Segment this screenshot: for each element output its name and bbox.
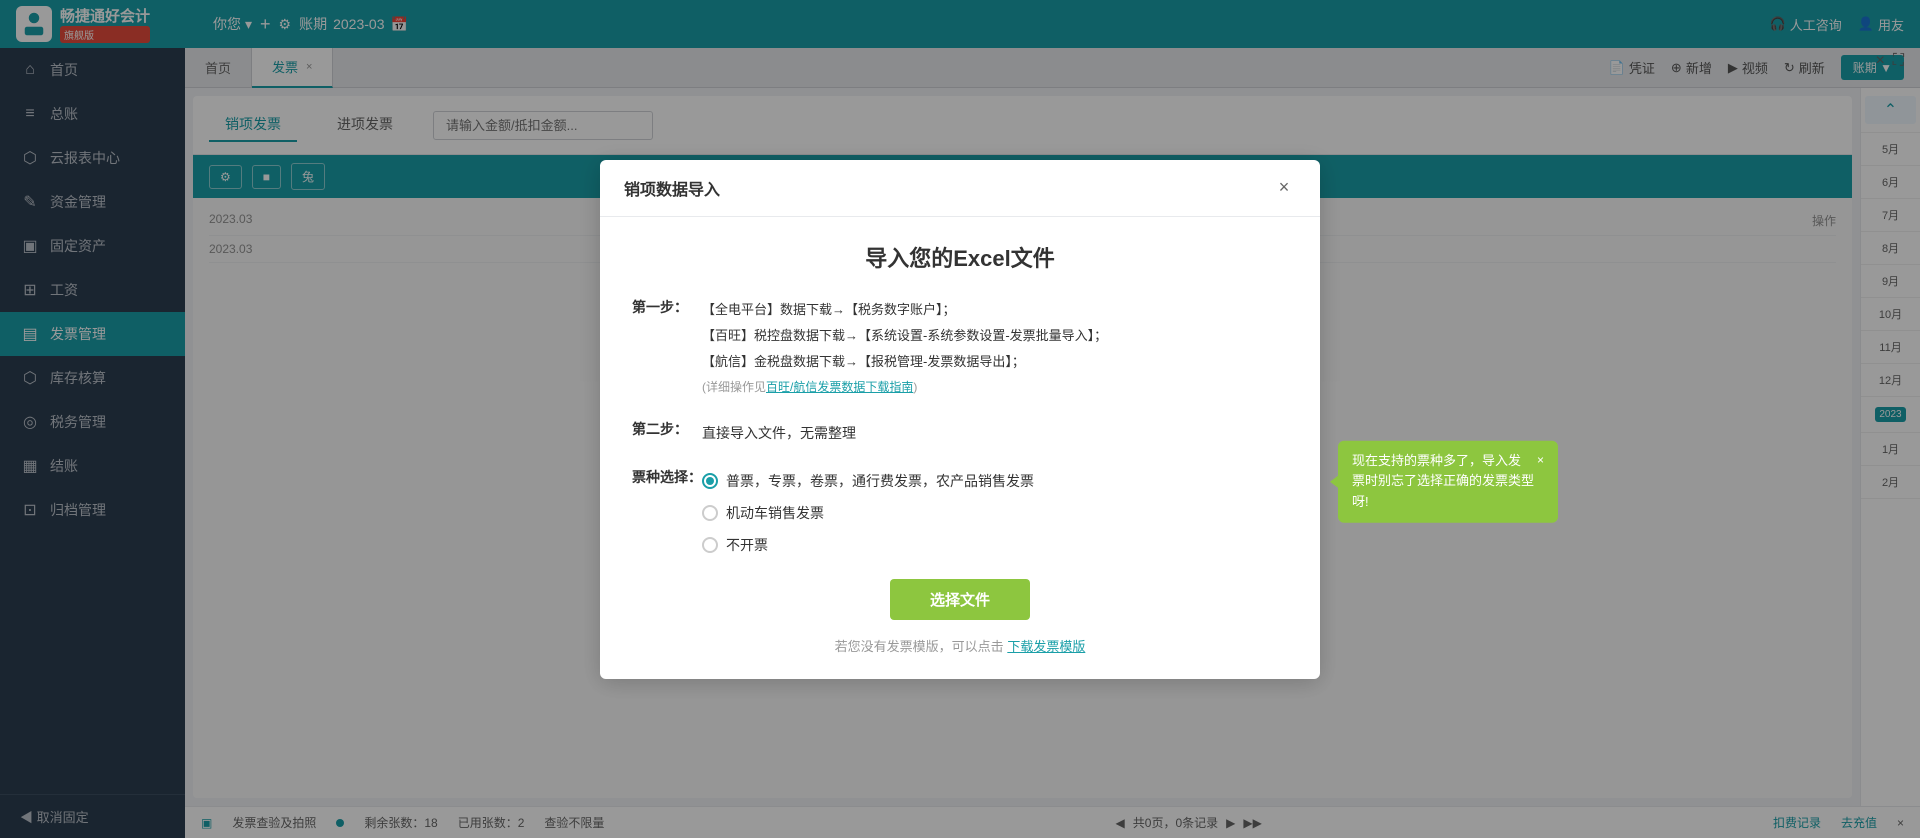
step1-label: 第一步： xyxy=(632,297,702,317)
modal-header: 销项数据导入 × xyxy=(600,160,1320,217)
step1-detail-link[interactable]: 百旺/航信发票数据下载指南 xyxy=(766,380,913,394)
ticket-option-general[interactable]: 普票，专票，卷票，通行费发票，农产品销售发票 xyxy=(702,471,1034,491)
radio-dot xyxy=(706,477,714,485)
step1-line-1: 【百旺】税控盘数据下载→【系统设置-系统参数设置-发票批量导入】； xyxy=(702,323,1107,349)
step1-line-0: 【全电平台】数据下载→【税务数字账户】； xyxy=(702,297,1107,323)
ticket-label: 票种选择： xyxy=(632,467,702,487)
download-template-link[interactable]: 下载发票模版 xyxy=(1007,639,1085,654)
step2-section: 第二步： 直接导入文件，无需整理 xyxy=(632,419,1288,447)
step1-section: 第一步： 【全电平台】数据下载→【税务数字账户】； 【百旺】税控盘数据下载→【系… xyxy=(632,297,1288,399)
ticket-radio-group: 普票，专票，卷票，通行费发票，农产品销售发票 机动车销售发票 不开票 xyxy=(702,471,1034,555)
radio-unselected-icon-2 xyxy=(702,537,718,553)
ticket-option-none[interactable]: 不开票 xyxy=(702,535,1034,555)
tooltip-container: × 现在支持的票种多了，导入发票时别忘了选择正确的发票类型呀! xyxy=(1478,477,1548,487)
modal-title: 销项数据导入 xyxy=(624,176,720,200)
modal-close-button[interactable]: × xyxy=(1272,176,1296,200)
step1-detail: (详细操作见百旺/航信发票数据下载指南) xyxy=(702,375,1107,399)
select-file-button[interactable]: 选择文件 xyxy=(890,579,1030,620)
modal-main-title: 导入您的Excel文件 xyxy=(632,241,1288,273)
ticket-option-motor[interactable]: 机动车销售发票 xyxy=(702,503,1034,523)
tooltip-text: 现在支持的票种多了，导入发票时别忘了选择正确的发票类型呀! xyxy=(1352,452,1534,509)
modal-overlay: 销项数据导入 × 导入您的Excel文件 第一步： 【全电平台】数据下载→【税务… xyxy=(0,0,1920,838)
step2-content: 直接导入文件，无需整理 xyxy=(702,423,856,443)
step1-line-2: 【航信】金税盘数据下载→【报税管理-发票数据导出】； xyxy=(702,349,1107,375)
step1-content: 【全电平台】数据下载→【税务数字账户】； 【百旺】税控盘数据下载→【系统设置-系… xyxy=(702,297,1107,399)
radio-selected-icon xyxy=(702,473,718,489)
import-modal: 销项数据导入 × 导入您的Excel文件 第一步： 【全电平台】数据下载→【税务… xyxy=(600,160,1320,679)
step2-label: 第二步： xyxy=(632,419,702,439)
modal-footer-note: 若您没有发票模版，可以点击 下载发票模版 xyxy=(632,636,1288,655)
ticket-option-general-label: 普票，专票，卷票，通行费发票，农产品销售发票 xyxy=(726,471,1034,491)
ticket-section: 票种选择： 普票，专票，卷票，通行费发票，农产品销售发票 机动车销售发票 xyxy=(632,467,1288,555)
ticket-option-none-label: 不开票 xyxy=(726,535,768,555)
ticket-option-motor-label: 机动车销售发票 xyxy=(726,503,824,523)
tooltip-bubble: × 现在支持的票种多了，导入发票时别忘了选择正确的发票类型呀! xyxy=(1338,440,1558,522)
radio-unselected-icon xyxy=(702,505,718,521)
tooltip-close-button[interactable]: × xyxy=(1537,450,1544,469)
modal-body: 导入您的Excel文件 第一步： 【全电平台】数据下载→【税务数字账户】； 【百… xyxy=(600,217,1320,679)
